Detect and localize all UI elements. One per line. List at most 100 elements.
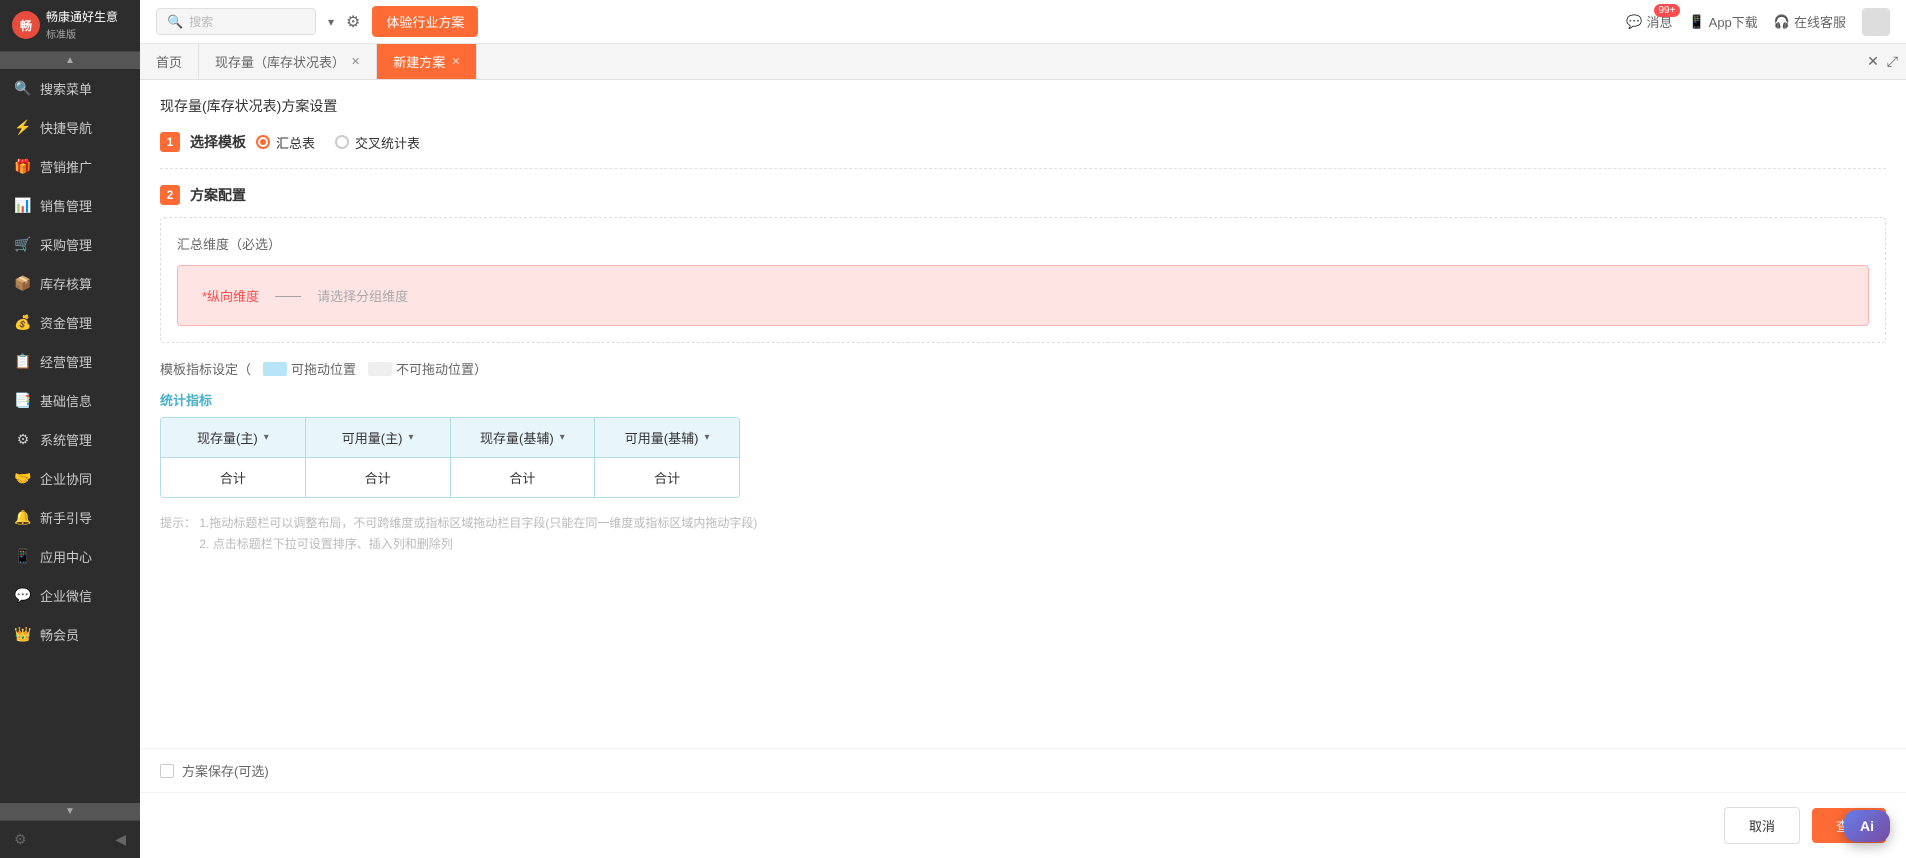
header-right: 💬 消息 99+ 📱 App下载 🎧 在线客服: [1626, 8, 1890, 36]
dimension-dash: ——: [275, 288, 301, 303]
sidebar-item-system[interactable]: ⚙ 系统管理: [0, 420, 140, 459]
system-icon: ⚙: [14, 430, 32, 448]
tab-inventory-close[interactable]: ✕: [351, 55, 360, 68]
col-label-2: 现存量(基辅): [480, 428, 554, 447]
header-search-box: 🔍 搜索: [156, 8, 316, 35]
col-header-1[interactable]: 可用量(主) ▾: [306, 418, 451, 458]
col-header-3[interactable]: 可用量(基辅) ▾: [595, 418, 739, 458]
newbie-icon: 🔔: [14, 508, 32, 526]
sidebar-item-label: 搜索菜单: [40, 79, 92, 98]
online-service-btn[interactable]: 🎧 在线客服: [1774, 12, 1846, 31]
gear-icon[interactable]: ⚙: [346, 12, 360, 32]
sidebar-item-newbie[interactable]: 🔔 新手引导: [0, 498, 140, 537]
not-draggable-box: [368, 362, 392, 376]
step2-title: 方案配置: [190, 185, 246, 205]
tab-inventory[interactable]: 现存量（库存状况表） ✕: [199, 44, 377, 79]
col-label-0: 现存量(主): [197, 428, 258, 447]
sidebar-item-label: 库存核算: [40, 274, 92, 293]
sidebar-item-sales[interactable]: 📊 销售管理: [0, 186, 140, 225]
sidebar-item-purchase[interactable]: 🛒 采购管理: [0, 225, 140, 264]
tab-bar: 首页 现存量（库存状况表） ✕ 新建方案 ✕ ✕ ⤢: [140, 44, 1906, 80]
ai-float-button[interactable]: Ai: [1844, 810, 1890, 842]
marketing-icon: 🎁: [14, 157, 32, 175]
draggable-box: [263, 362, 287, 376]
sidebar-item-basic[interactable]: 📑 基础信息: [0, 381, 140, 420]
stats-table-wrap: 统计指标 现存量(主) ▾ 可用量(主) ▾: [160, 390, 1886, 498]
step1-title: 选择模板: [190, 132, 246, 152]
sidebar-item-finance[interactable]: 💰 资金管理: [0, 303, 140, 342]
sidebar-collapse-btn[interactable]: ◀: [115, 831, 126, 848]
trial-button[interactable]: 体验行业方案: [372, 6, 478, 37]
user-avatar[interactable]: [1862, 8, 1890, 36]
section-step1: 1 选择模板 汇总表 交叉统计表: [160, 132, 1886, 152]
radio-cross-dot: [335, 135, 349, 149]
col-header-0[interactable]: 现存量(主) ▾: [161, 418, 306, 458]
dimension-placeholder: 请选择分组维度: [317, 286, 408, 305]
tab-new-label: 新建方案: [393, 52, 445, 71]
sidebar-item-quick[interactable]: ⚡ 快捷导航: [0, 108, 140, 147]
panel-expand-btn[interactable]: ⤢: [1887, 53, 1898, 70]
sidebar-item-label: 采购管理: [40, 235, 92, 254]
sidebar-item-business[interactable]: 📋 经营管理: [0, 342, 140, 381]
vertical-dim-label: *纵向维度: [202, 286, 259, 305]
indicator-settings-label: 模板指标设定（ 可拖动位置 不可拖动位置）: [160, 359, 1886, 378]
sidebar-item-search[interactable]: 🔍 搜索菜单: [0, 69, 140, 108]
app-name: 畅康通好生意: [46, 10, 118, 26]
sidebar-item-wechat[interactable]: 💬 企业微信: [0, 576, 140, 615]
sidebar-item-apps[interactable]: 📱 应用中心: [0, 537, 140, 576]
sidebar-item-label: 畅会员: [40, 625, 79, 644]
message-icon: 💬: [1626, 14, 1642, 30]
col-header-2[interactable]: 现存量(基辅) ▾: [451, 418, 596, 458]
quick-icon: ⚡: [14, 118, 32, 136]
radio-cross[interactable]: 交叉统计表: [335, 133, 420, 152]
wechat-icon: 💬: [14, 586, 32, 604]
step2-num: 2: [160, 185, 180, 205]
scroll-up-btn[interactable]: ▲: [0, 52, 140, 69]
tab-new-close[interactable]: ✕: [451, 55, 460, 68]
save-checkbox[interactable]: [160, 764, 174, 778]
sidebar-item-enterprise[interactable]: 🤝 企业协同: [0, 459, 140, 498]
tab-new[interactable]: 新建方案 ✕: [377, 44, 477, 79]
sidebar-item-marketing[interactable]: 🎁 营销推广: [0, 147, 140, 186]
scroll-down-btn[interactable]: ▼: [0, 803, 140, 820]
dimension-row[interactable]: *纵向维度 —— 请选择分组维度: [177, 265, 1869, 326]
tab-home[interactable]: 首页: [140, 44, 199, 79]
sidebar-item-member[interactable]: 👑 畅会员: [0, 615, 140, 654]
col-chevron-3[interactable]: ▾: [704, 432, 709, 443]
sidebar-settings-btn[interactable]: ⚙: [14, 831, 27, 848]
col-chevron-0[interactable]: ▾: [264, 432, 269, 443]
business-icon: 📋: [14, 352, 32, 370]
sidebar-item-inventory[interactable]: 📦 库存核算: [0, 264, 140, 303]
main-content: 🔍 搜索 ▾ ⚙ 体验行业方案 💬 消息 99+ 📱 App下载 🎧 在线客服: [140, 0, 1906, 858]
section-step2: 2 方案配置 汇总维度（必选） *纵向维度 —— 请选择分组维度: [160, 185, 1886, 552]
col-chevron-1[interactable]: ▾: [408, 432, 413, 443]
page-title: 现存量(库存状况表)方案设置: [160, 96, 1886, 116]
tip-spacer: [160, 537, 196, 551]
col-summary-1: 合计: [306, 458, 451, 497]
indicator-settings: 模板指标设定（ 可拖动位置 不可拖动位置） 统计指标: [160, 359, 1886, 552]
stat-table-header-row: 现存量(主) ▾ 可用量(主) ▾ 现存量(基辅) ▾: [161, 418, 739, 458]
sidebar-item-label: 资金管理: [40, 313, 92, 332]
section1-header: 1 选择模板 汇总表 交叉统计表: [160, 132, 1886, 152]
sidebar-item-label: 快捷导航: [40, 118, 92, 137]
message-btn[interactable]: 💬 消息 99+: [1626, 12, 1672, 31]
radio-summary[interactable]: 汇总表: [256, 133, 315, 152]
finance-icon: 💰: [14, 313, 32, 331]
search-box-icon: 🔍: [167, 14, 183, 30]
cancel-button[interactable]: 取消: [1724, 807, 1800, 844]
radio-summary-dot: [256, 135, 270, 149]
app-download-icon: 📱: [1688, 14, 1704, 30]
app-download-btn[interactable]: 📱 App下载: [1688, 12, 1757, 31]
basic-icon: 📑: [14, 391, 32, 409]
config-section: 汇总维度（必选） *纵向维度 —— 请选择分组维度: [160, 217, 1886, 343]
sidebar-item-label: 营销推广: [40, 157, 92, 176]
header-dropdown-btn[interactable]: ▾: [328, 15, 334, 29]
section2-header: 2 方案配置: [160, 185, 1886, 205]
sidebar-item-label: 基础信息: [40, 391, 92, 410]
summary-dim-label: 汇总维度（必选）: [177, 234, 1869, 253]
col-chevron-2[interactable]: ▾: [560, 432, 565, 443]
sidebar-item-label: 企业协同: [40, 469, 92, 488]
draggable-badge: 可拖动位置: [263, 359, 356, 378]
save-label: 方案保存(可选): [182, 761, 269, 780]
panel-close-btn[interactable]: ✕: [1867, 53, 1879, 70]
